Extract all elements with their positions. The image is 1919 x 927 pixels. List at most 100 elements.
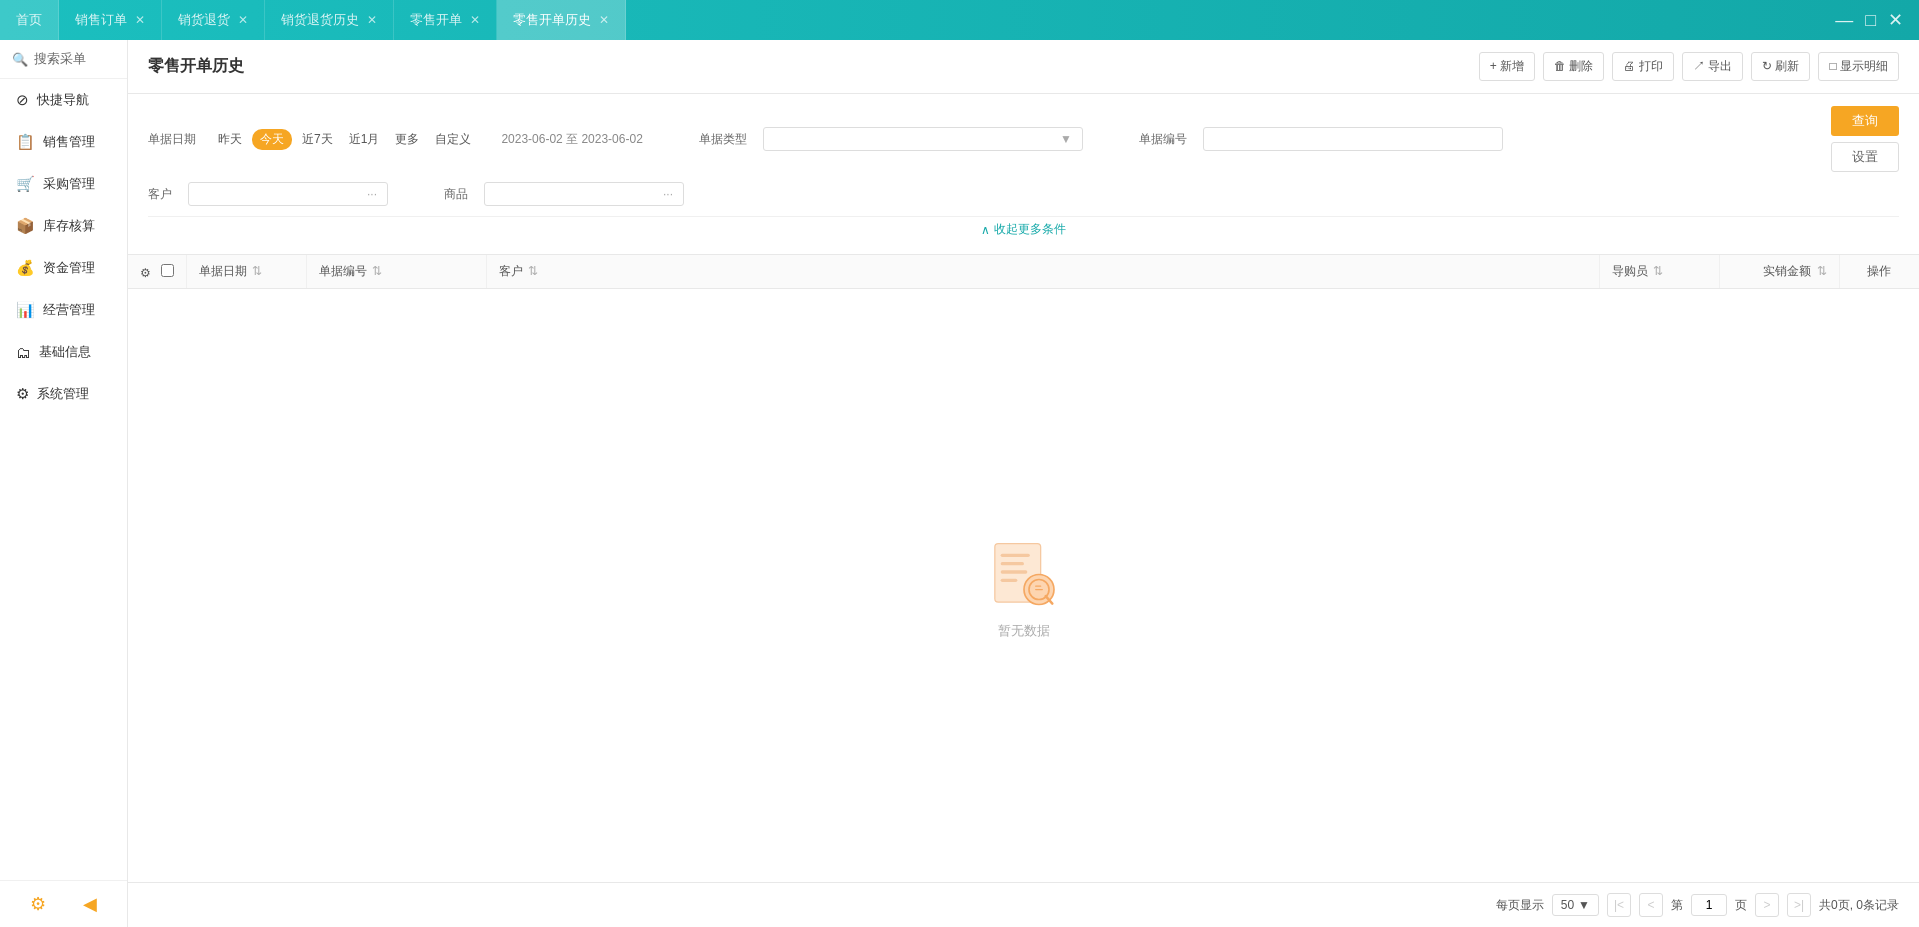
table-area: ⚙ 单据日期 ⇅ 单据编号 ⇅: [128, 255, 1919, 882]
sidebar-icon: 🛒: [16, 175, 35, 193]
filter-row-2: 客户 ··· 商品 ···: [148, 182, 1899, 206]
data-table: ⚙ 单据日期 ⇅ 单据编号 ⇅: [128, 255, 1919, 289]
sidebar-item-采购管理[interactable]: 🛒 采购管理: [0, 163, 127, 205]
filter-area: 单据日期 昨天今天近7天近1月更多自定义 2023-06-02 至 2023-0…: [128, 94, 1919, 255]
th-amount[interactable]: 实销金额 ⇅: [1719, 255, 1839, 289]
select-all-checkbox[interactable]: [161, 264, 174, 277]
last-page-button[interactable]: >|: [1787, 893, 1811, 917]
prev-page-button[interactable]: <: [1639, 893, 1663, 917]
tab-close-icon[interactable]: ✕: [367, 13, 377, 27]
close-window-button[interactable]: ✕: [1888, 9, 1903, 31]
tab-label: 零售开单历史: [513, 11, 591, 29]
sidebar-item-经营管理[interactable]: 📊经营管理: [0, 289, 127, 331]
sidebar-item-系统管理[interactable]: ⚙系统管理: [0, 373, 127, 415]
tab-首页[interactable]: 首页: [0, 0, 59, 40]
date-option-近7天[interactable]: 近7天: [296, 129, 339, 150]
query-actions: 查询 设置: [1831, 106, 1899, 172]
print-button[interactable]: 🖨 打印: [1612, 52, 1673, 81]
tab-close-icon[interactable]: ✕: [599, 13, 609, 27]
tab-销售订单[interactable]: 销售订单 ✕: [59, 0, 162, 40]
tab-label: 首页: [16, 11, 42, 29]
sort-amount-icon: ⇅: [1817, 264, 1827, 278]
sidebar-icon: 💰: [16, 259, 35, 277]
chevron-up-icon: ∧: [981, 223, 990, 237]
goods-label: 商品: [444, 186, 468, 203]
sidebar-item-label: 采购管理: [43, 175, 95, 193]
pagination: 每页显示 50 ▼ |< < 第 页 > >| 共0页, 0条记录: [128, 882, 1919, 927]
sidebar-item-label: 基础信息: [39, 343, 91, 361]
per-page-select[interactable]: 50 ▼: [1552, 894, 1599, 916]
goods-more-icon[interactable]: ···: [663, 187, 673, 201]
per-page-value: 50: [1561, 898, 1574, 912]
sidebar-icon: 📋: [16, 133, 35, 151]
sidebar-icon: 🗂: [16, 344, 31, 361]
date-option-昨天[interactable]: 昨天: [212, 129, 248, 150]
doc-no-input[interactable]: [1203, 127, 1503, 151]
customer-more-icon[interactable]: ···: [367, 187, 377, 201]
minimize-button[interactable]: —: [1835, 10, 1853, 31]
export-button[interactable]: ↗ 导出: [1682, 52, 1743, 81]
settings-icon[interactable]: ⚙: [30, 893, 46, 915]
add-button[interactable]: + 新增: [1479, 52, 1535, 81]
sidebar-item-资金管理[interactable]: 💰资金管理: [0, 247, 127, 289]
goods-input[interactable]: ···: [484, 182, 684, 206]
sidebar-icon: ⚙: [16, 385, 29, 403]
sort-date-icon: ⇅: [252, 264, 262, 278]
date-filter-label: 单据日期: [148, 131, 196, 148]
tab-label: 零售开单: [410, 11, 462, 29]
th-salesperson-label: 导购员: [1612, 264, 1648, 278]
th-docno[interactable]: 单据编号 ⇅: [307, 255, 487, 289]
sidebar-item-销售管理[interactable]: 📋销售管理: [0, 121, 127, 163]
next-page-button[interactable]: >: [1755, 893, 1779, 917]
customer-input[interactable]: ···: [188, 182, 388, 206]
date-options: 昨天今天近7天近1月更多自定义: [212, 129, 477, 150]
tab-销货退货[interactable]: 销货退货✕: [162, 0, 265, 40]
th-date[interactable]: 单据日期 ⇅: [187, 255, 307, 289]
tab-close-icon[interactable]: ✕: [135, 13, 145, 27]
collapse-label: 收起更多条件: [994, 221, 1066, 238]
svg-rect-2: [1000, 562, 1023, 565]
doc-type-select[interactable]: ▼: [763, 127, 1083, 151]
tab-销货退货历史[interactable]: 销货退货历史✕: [265, 0, 394, 40]
tab-close-icon[interactable]: ✕: [238, 13, 248, 27]
first-page-button[interactable]: |<: [1607, 893, 1631, 917]
collapse-sidebar-icon[interactable]: ◀: [83, 893, 97, 915]
gear-settings-icon[interactable]: ⚙: [140, 266, 151, 280]
per-page-label: 每页显示: [1496, 897, 1544, 914]
top-bar: 首页销售订单✕销货退货✕销货退货历史✕零售开单✕零售开单历史✕ — □ ✕: [0, 0, 1919, 40]
th-ops: 操作: [1839, 255, 1919, 289]
sidebar-search-label: 搜索采单: [34, 50, 86, 68]
sidebar-search[interactable]: 🔍 搜索采单: [0, 40, 127, 79]
th-customer[interactable]: 客户 ⇅: [487, 255, 1599, 289]
date-option-近1月[interactable]: 近1月: [343, 129, 386, 150]
date-option-今天[interactable]: 今天: [252, 129, 292, 150]
page-actions: + 新增 🗑 删除 🖨 打印 ↗ 导出 ↻ 刷新 □ 显示明细: [1479, 52, 1899, 81]
delete-button[interactable]: 🗑 删除: [1543, 52, 1604, 81]
sidebar-item-label: 库存核算: [43, 217, 95, 235]
collapse-button[interactable]: ∧ 收起更多条件: [148, 216, 1899, 242]
svg-rect-4: [1000, 578, 1017, 581]
date-option-更多[interactable]: 更多: [389, 129, 425, 150]
th-salesperson[interactable]: 导购员 ⇅: [1599, 255, 1719, 289]
tab-零售开单历史[interactable]: 零售开单历史 ✕: [497, 0, 626, 40]
refresh-button[interactable]: ↻ 刷新: [1751, 52, 1810, 81]
window-actions: — □ ✕: [1819, 9, 1919, 31]
page-number-input[interactable]: [1691, 894, 1727, 916]
settings-button[interactable]: 设置: [1831, 142, 1899, 172]
sort-docno-icon: ⇅: [372, 264, 382, 278]
empty-state: 暂无数据: [128, 289, 1919, 882]
date-option-自定义[interactable]: 自定义: [429, 129, 477, 150]
maximize-button[interactable]: □: [1865, 10, 1876, 31]
query-button[interactable]: 查询: [1831, 106, 1899, 136]
sidebar-item-库存核算[interactable]: 📦库存核算: [0, 205, 127, 247]
detail-button[interactable]: □ 显示明细: [1818, 52, 1899, 81]
sort-customer-icon: ⇅: [528, 264, 538, 278]
tab-close-icon[interactable]: ✕: [470, 13, 480, 27]
sidebar-item-基础信息[interactable]: 🗂 基础信息: [0, 331, 127, 373]
svg-rect-1: [1000, 553, 1029, 556]
per-page-arrow-icon: ▼: [1578, 898, 1590, 912]
sidebar-item-快捷导航[interactable]: ⊘快捷导航: [0, 79, 127, 121]
customer-label: 客户: [148, 186, 172, 203]
tab-label: 销售订单: [75, 11, 127, 29]
tab-零售开单[interactable]: 零售开单 ✕: [394, 0, 497, 40]
